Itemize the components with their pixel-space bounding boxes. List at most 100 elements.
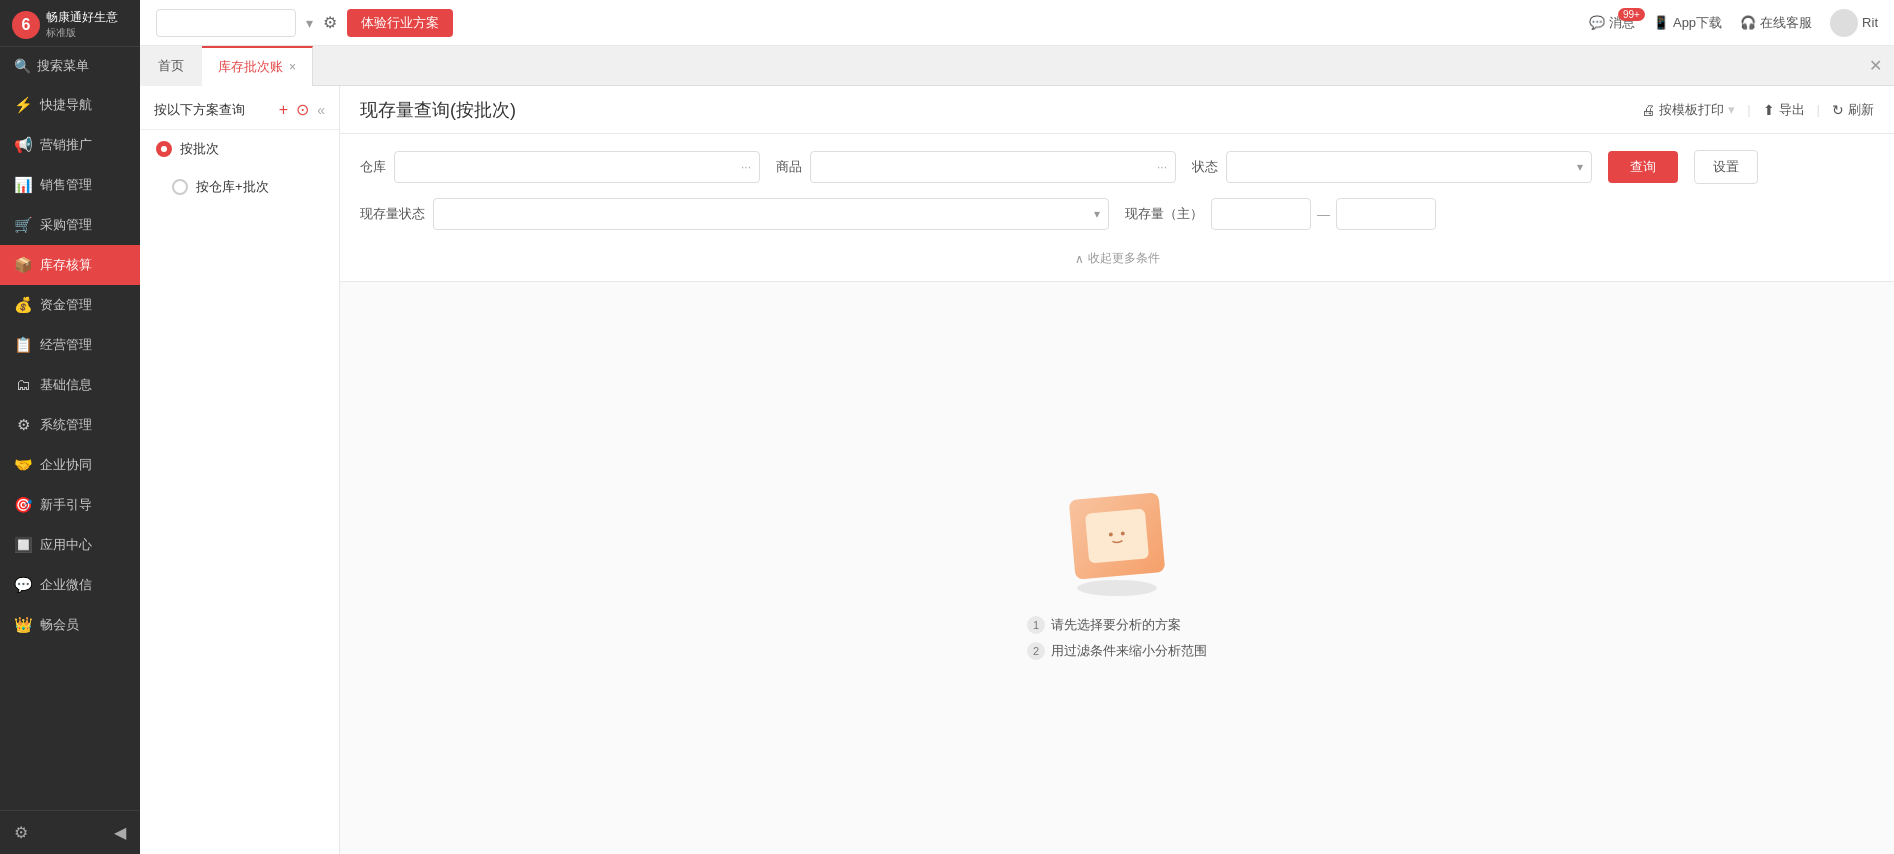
sidebar-item-purchase[interactable]: 🛒 采购管理 — [0, 205, 140, 245]
query-btn[interactable]: 查询 — [1608, 151, 1678, 183]
stock-qty-min-input[interactable] — [1211, 198, 1311, 230]
sidebar-item-member[interactable]: 👑 畅会员 — [0, 605, 140, 645]
filter-collapse-icon[interactable]: « — [317, 102, 325, 118]
sidebar-item-sales[interactable]: 📊 销售管理 — [0, 165, 140, 205]
print-chevron-icon: ▾ — [1728, 102, 1735, 117]
export-icon: ⬆ — [1763, 102, 1775, 118]
topbar-chevron-icon[interactable]: ▾ — [306, 15, 313, 31]
tab-home[interactable]: 首页 — [140, 46, 202, 86]
stock-qty-max-input[interactable] — [1336, 198, 1436, 230]
chevron-up-icon: ∧ — [1075, 252, 1084, 266]
sidebar-item-label: 企业微信 — [40, 576, 92, 594]
export-label: 导出 — [1779, 101, 1805, 119]
collapse-label: 收起更多条件 — [1088, 250, 1160, 267]
sidebar-item-shortcuts[interactable]: ⚡ 快捷导航 — [0, 85, 140, 125]
status-select[interactable]: ▾ — [1226, 151, 1592, 183]
warehouse-input[interactable]: ··· — [394, 151, 760, 183]
warehouse-dots-icon: ··· — [741, 160, 751, 174]
refresh-btn[interactable]: ↻ 刷新 — [1832, 101, 1874, 119]
sidebar-item-guide[interactable]: 🎯 新手引导 — [0, 485, 140, 525]
messages-icon: 💬 — [1589, 15, 1605, 30]
tab-active-label: 库存批次账 — [218, 58, 283, 76]
filter-item-batch-label: 按批次 — [180, 140, 219, 158]
sidebar-item-operations[interactable]: 📋 经营管理 — [0, 325, 140, 365]
sidebar-item-label: 销售管理 — [40, 176, 92, 194]
sidebar-item-inventory[interactable]: 📦 库存核算 — [0, 245, 140, 285]
sidebar-footer: ⚙ ◀ — [0, 810, 140, 854]
sidebar-item-label: 畅会员 — [40, 616, 79, 634]
filter-sub-dot — [172, 179, 188, 195]
sidebar-item-collab[interactable]: 🤝 企业协同 — [0, 445, 140, 485]
filter-add-btn[interactable]: + — [279, 101, 288, 119]
tab-inventory-batch[interactable]: 库存批次账 × — [202, 46, 313, 86]
collapse-sidebar-icon[interactable]: ◀ — [114, 823, 126, 842]
messages-group[interactable]: 💬 消息 99+ — [1589, 14, 1635, 32]
filter-panel-actions: + ⊙ « — [279, 100, 325, 119]
weixin-icon: 💬 — [14, 576, 32, 594]
warehouse-field: 仓库 ··· — [360, 151, 760, 183]
empty-tip-2: 2 用过滤条件来缩小分析范围 — [1027, 642, 1207, 660]
tab-close-icon[interactable]: × — [289, 60, 296, 74]
print-label: 按模板打印 — [1659, 101, 1724, 119]
app-subtitle: 标准版 — [46, 26, 118, 40]
collab-icon: 🤝 — [14, 456, 32, 474]
stock-qty-label: 现存量（主） — [1125, 205, 1203, 223]
filter-item-batch[interactable]: 按批次 — [140, 130, 339, 168]
operations-icon: 📋 — [14, 336, 32, 354]
empty-icon — [1057, 476, 1177, 596]
sidebar-item-finance[interactable]: 💰 资金管理 — [0, 285, 140, 325]
filter-form: 仓库 ··· 商品 ··· — [340, 134, 1894, 282]
settings-btn[interactable]: 设置 — [1694, 150, 1758, 184]
tip-num-1: 1 — [1027, 616, 1045, 634]
sidebar-item-label: 基础信息 — [40, 376, 92, 394]
online-service-label: 在线客服 — [1760, 14, 1812, 32]
filter-panel: 按以下方案查询 + ⊙ « 按批次 按仓库+批次 — [140, 86, 340, 854]
member-icon: 👑 — [14, 616, 32, 634]
purchase-icon: 🛒 — [14, 216, 32, 234]
warehouse-label: 仓库 — [360, 158, 386, 176]
sidebar-item-label: 新手引导 — [40, 496, 92, 514]
topbar-gear-icon[interactable]: ⚙ — [323, 13, 337, 32]
status-label: 状态 — [1192, 158, 1218, 176]
product-dots-icon: ··· — [1157, 160, 1167, 174]
sidebar-item-apps[interactable]: 🔲 应用中心 — [0, 525, 140, 565]
sales-icon: 📊 — [14, 176, 32, 194]
app-download-group[interactable]: 📱 App下载 — [1653, 14, 1722, 32]
search-icon: 🔍 — [14, 58, 31, 74]
sidebar-header: 6 畅康通好生意 标准版 — [0, 0, 140, 47]
online-service-group[interactable]: 🎧 在线客服 — [1740, 14, 1812, 32]
settings-footer-icon[interactable]: ⚙ — [14, 823, 28, 842]
stock-status-select[interactable]: ▾ — [433, 198, 1109, 230]
print-btn[interactable]: 🖨 按模板打印 ▾ — [1641, 101, 1735, 119]
tabbar: 首页 库存批次账 × ✕ — [140, 46, 1894, 86]
user-group[interactable]: Rit — [1830, 9, 1878, 37]
sidebar-item-basic[interactable]: 🗂 基础信息 — [0, 365, 140, 405]
marketing-icon: 📢 — [14, 136, 32, 154]
stock-status-chevron-icon: ▾ — [1094, 207, 1100, 221]
content-area: 现存量查询(按批次) 🖨 按模板打印 ▾ | ⬆ 导出 | ↻ — [340, 86, 1894, 854]
collapse-row[interactable]: ∧ 收起更多条件 — [360, 244, 1874, 277]
topbar-search-input[interactable] — [156, 9, 296, 37]
sidebar-item-system[interactable]: ⚙ 系统管理 — [0, 405, 140, 445]
sidebar-search[interactable]: 🔍 搜索菜单 — [0, 47, 140, 85]
export-btn[interactable]: ⬆ 导出 — [1763, 101, 1805, 119]
page-content: 按以下方案查询 + ⊙ « 按批次 按仓库+批次 — [140, 86, 1894, 854]
empty-box — [1069, 492, 1166, 580]
app-title-group: 畅康通好生意 标准版 — [46, 10, 118, 40]
tip-num-2: 2 — [1027, 642, 1045, 660]
filter-item-warehouse-batch[interactable]: 按仓库+批次 — [140, 168, 339, 206]
status-field: 状态 ▾ — [1192, 151, 1592, 183]
sidebar-item-label: 经营管理 — [40, 336, 92, 354]
tab-panel-close-icon[interactable]: ✕ — [1865, 52, 1886, 79]
sidebar-item-marketing[interactable]: 📢 营销推广 — [0, 125, 140, 165]
refresh-label: 刷新 — [1848, 101, 1874, 119]
filter-settings-btn[interactable]: ⊙ — [296, 100, 309, 119]
messages-badge: 99+ — [1618, 8, 1645, 21]
main-area: ▾ ⚙ 体验行业方案 💬 消息 99+ 📱 App下载 🎧 在线客服 Rit — [140, 0, 1894, 854]
trial-btn[interactable]: 体验行业方案 — [347, 9, 453, 37]
product-input[interactable]: ··· — [810, 151, 1176, 183]
sidebar-item-weixin[interactable]: 💬 企业微信 — [0, 565, 140, 605]
apps-icon: 🔲 — [14, 536, 32, 554]
filter-row-1: 仓库 ··· 商品 ··· — [360, 150, 1874, 184]
stock-qty-field: 现存量（主） — — [1125, 198, 1874, 230]
